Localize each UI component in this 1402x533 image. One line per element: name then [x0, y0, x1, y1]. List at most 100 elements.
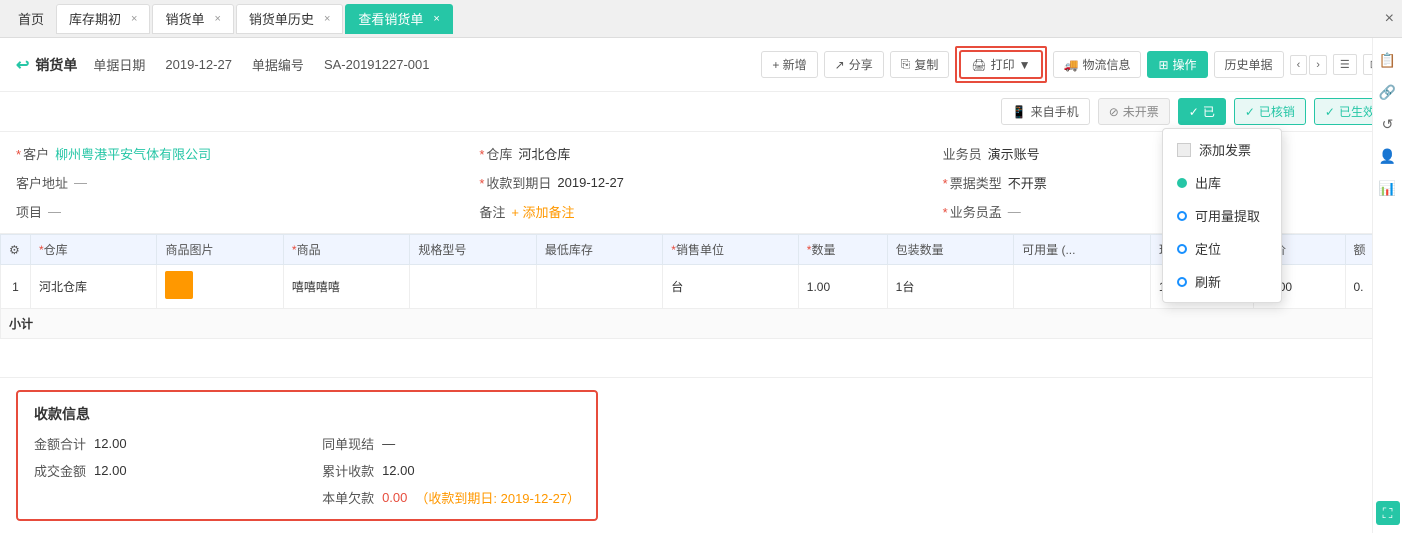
row-pack-qty: 1台 [887, 265, 1013, 309]
available-pick-item[interactable]: 可用量提取 [1163, 199, 1281, 232]
window-close-button[interactable]: × [1385, 10, 1394, 28]
warehouse-label: 仓库 [479, 144, 512, 163]
row-image [157, 265, 283, 309]
due-date-field: 收款到期日 2019-12-27 [479, 173, 922, 192]
add-invoice-item[interactable]: 添加发票 [1163, 133, 1281, 166]
sidebar-icon-chart[interactable]: 📊 [1376, 176, 1400, 200]
warehouse-col-header: *仓库 [31, 235, 157, 265]
print-arrow: ▼ [1019, 58, 1031, 72]
logistics-icon: 🚚 [1064, 58, 1079, 72]
quantity-col-header: *数量 [798, 235, 887, 265]
refresh-icon [1177, 277, 1187, 287]
product-col-header: *商品 [283, 235, 409, 265]
copy-button[interactable]: ⎘ 复制 [890, 51, 950, 78]
locate-icon [1177, 244, 1187, 254]
doc-meta: 单据日期 2019-12-27 单据编号 SA-20191227-001 [93, 55, 429, 74]
doc-number-label: 单据编号 [252, 55, 304, 74]
history-button[interactable]: 历史单据 [1214, 51, 1284, 78]
tab-sales-history-close[interactable]: × [324, 13, 330, 25]
out-warehouse-item[interactable]: 出库 [1163, 166, 1281, 199]
sidebar-icon-refresh[interactable]: ↺ [1376, 112, 1400, 136]
action-bar: 📱 来自手机 ⊘ 未开票 ✓ 已 ✓ 已核销 ✓ 已生效 [0, 92, 1402, 132]
confirm-icon: ✓ [1189, 105, 1199, 119]
sold-icon: ✓ [1245, 105, 1255, 119]
settings-col-header[interactable]: ⚙ [1, 235, 31, 265]
ops-icon: ⊞ [1158, 58, 1168, 72]
mobile-icon: 📱 [1012, 105, 1027, 119]
image-col-header: 商品图片 [157, 235, 283, 265]
tab-view-sales-close[interactable]: × [433, 13, 439, 25]
tab-sales-close[interactable]: × [214, 13, 220, 25]
amount-total-item: 金额合计 12.00 [34, 434, 292, 453]
sidebar-icon-user[interactable]: 👤 [1376, 144, 1400, 168]
share-label: 分享 [849, 56, 873, 73]
new-button[interactable]: + 新增 [761, 51, 817, 78]
right-sidebar: 📋 🔗 ↺ 👤 📊 ⛶ [1372, 38, 1402, 533]
staff-label: 业务员 [943, 144, 982, 163]
same-settle-item: 同单现结 — [322, 434, 580, 453]
tab-sales[interactable]: 销货单 × [152, 4, 233, 34]
row-sales-unit: 台 [663, 265, 799, 309]
add-note-button[interactable]: + 添加备注 [511, 202, 574, 221]
sold-button[interactable]: ✓ 已核销 [1234, 98, 1306, 125]
effect-label: 已生效 [1339, 103, 1375, 120]
tab-view-sales[interactable]: 查看销货单 × [345, 4, 452, 34]
tab-home[interactable]: 首页 [8, 9, 54, 28]
sidebar-icon-link[interactable]: 🔗 [1376, 80, 1400, 104]
overdue-value: 0.00 [382, 490, 407, 505]
next-button[interactable]: › [1309, 55, 1327, 75]
payment-title: 收款信息 [34, 404, 580, 424]
salesman-value: — [1008, 204, 1021, 219]
overdue-label: 本单欠款 [322, 488, 374, 507]
not-open-button[interactable]: ⊘ 未开票 [1098, 98, 1170, 125]
from-mobile-button[interactable]: 📱 来自手机 [1001, 98, 1090, 125]
confirm-button[interactable]: ✓ 已 [1178, 98, 1226, 125]
salesman-label: 业务员孟 [943, 202, 1002, 221]
ticket-label: 票据类型 [943, 173, 1002, 192]
history-label: 历史单据 [1225, 56, 1273, 73]
amount-total-value: 12.00 [94, 436, 127, 451]
row-available [1014, 265, 1151, 309]
tab-bar: 首页 库存期初 × 销货单 × 销货单历史 × 查看销货单 × × [0, 0, 1402, 38]
print-icon: 🖨 [971, 58, 986, 72]
doc-title-text: 销货单 [35, 55, 77, 75]
due-date-value: 2019-12-27 [557, 175, 624, 190]
add-invoice-label: 添加发票 [1199, 140, 1251, 159]
tab-inventory[interactable]: 库存期初 × [56, 4, 150, 34]
logistics-button[interactable]: 🚚 物流信息 [1053, 51, 1142, 78]
print-label: 打印 [991, 56, 1015, 73]
amount-total-label: 金额合计 [34, 434, 86, 453]
effect-icon: ✓ [1325, 105, 1335, 119]
due-date-label: 收款到期日 [479, 173, 551, 192]
view-toggle-list[interactable]: ☰ [1333, 54, 1357, 75]
doc-number-value: SA-20191227-001 [324, 57, 430, 72]
prev-button[interactable]: ‹ [1290, 55, 1308, 75]
project-value: — [48, 204, 61, 219]
doc-date-label: 单据日期 [93, 55, 145, 74]
refresh-item[interactable]: 刷新 [1163, 265, 1281, 298]
payment-box: 收款信息 金额合计 12.00 同单现结 — 成交金额 12.00 累计收款 1… [16, 390, 598, 521]
same-settle-label: 同单现结 [322, 434, 374, 453]
locate-item[interactable]: 定位 [1163, 232, 1281, 265]
overdue-note: （收款到期日: 2019-12-27） [415, 488, 580, 507]
sidebar-icon-doc[interactable]: 📋 [1376, 48, 1400, 72]
share-button[interactable]: ↗ 分享 [824, 51, 884, 78]
print-button[interactable]: 🖨 打印 ▼ [959, 50, 1042, 79]
address-label: 客户地址 [16, 173, 68, 192]
sidebar-icon-fullscreen[interactable]: ⛶ [1376, 501, 1400, 525]
address-field: 客户地址 — [16, 173, 459, 192]
tab-sales-history[interactable]: 销货单历史 × [236, 4, 343, 34]
row-num: 1 [1, 265, 31, 309]
pack-qty-col-header: 包装数量 [887, 235, 1013, 265]
print-highlight-box: 🖨 打印 ▼ [955, 46, 1046, 83]
ops-button[interactable]: ⊞ 操作 [1147, 51, 1207, 78]
refresh-label: 刷新 [1195, 272, 1221, 291]
tab-inventory-close[interactable]: × [131, 13, 137, 25]
product-image [165, 271, 193, 299]
same-settle-value: — [382, 436, 395, 451]
out-warehouse-icon [1177, 178, 1187, 188]
bottom-section: 收款信息 金额合计 12.00 同单现结 — 成交金额 12.00 累计收款 1… [0, 377, 1402, 533]
deal-amount-value: 12.00 [94, 463, 127, 478]
customer-value[interactable]: 柳州粤港平安气体有限公司 [55, 144, 211, 163]
staff-value: 演示账号 [988, 144, 1040, 163]
